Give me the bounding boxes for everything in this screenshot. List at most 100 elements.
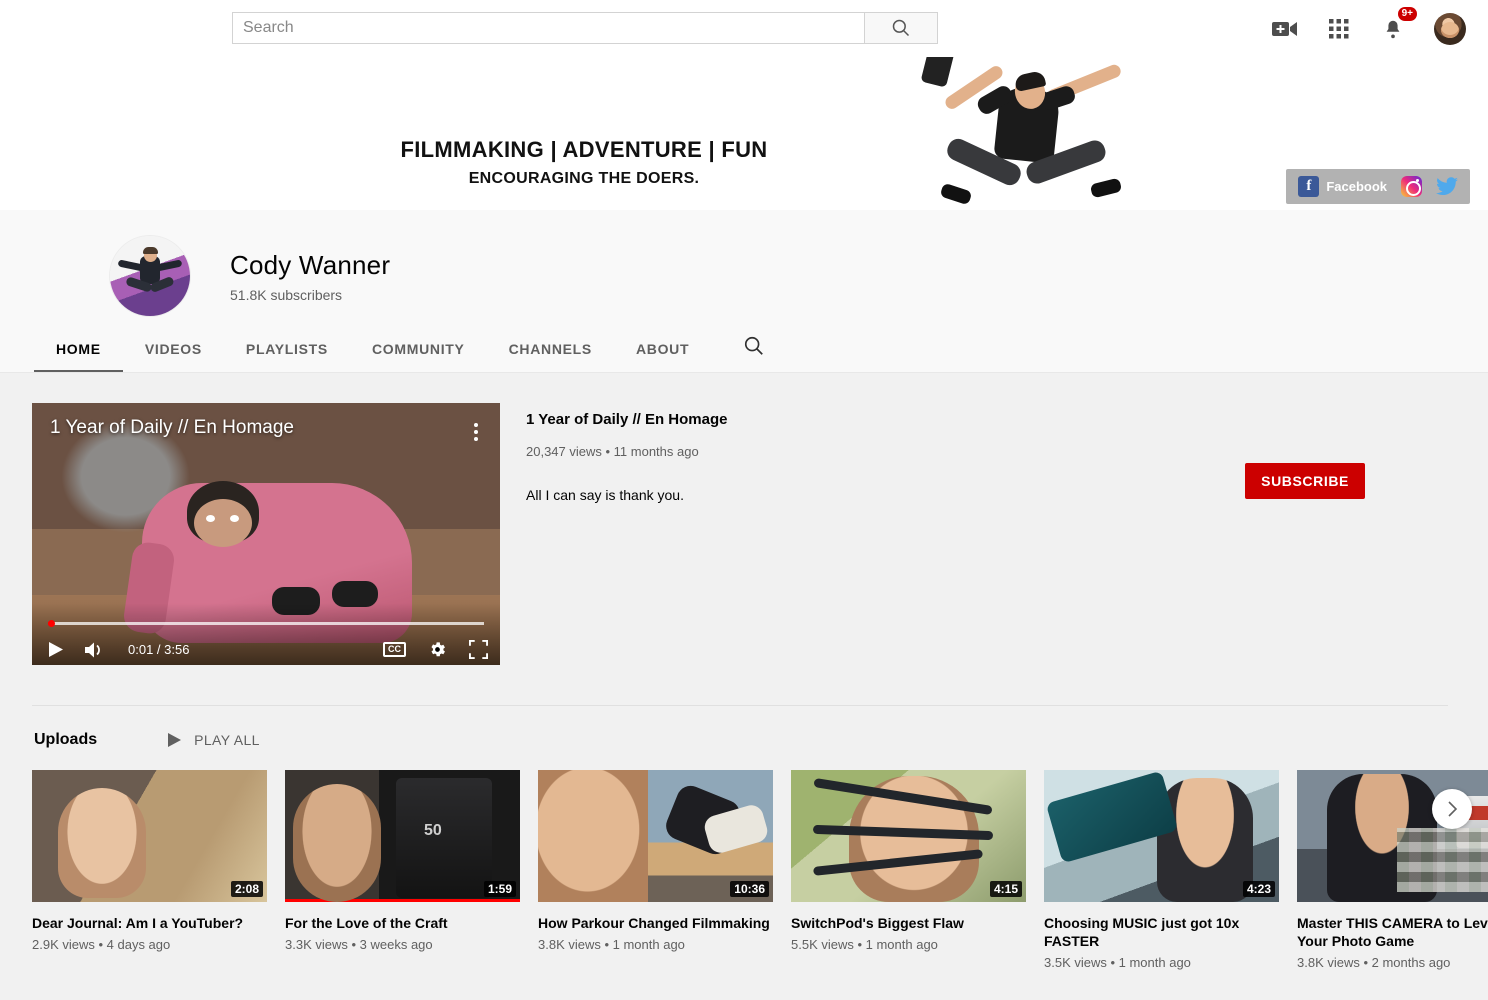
tab-playlists[interactable]: PLAYLISTS [224,341,350,372]
banner-camera-shape [920,57,956,88]
uploads-shelf-header: Uploads PLAY ALL [0,706,1488,749]
top-bar: 9+ [0,0,1488,57]
apps-grid-icon[interactable] [1326,16,1352,42]
thumbnail-tripod-leg-3 [812,849,984,876]
notification-badge: 9+ [1397,6,1417,21]
notifications-bell-icon[interactable]: 9+ [1380,6,1417,42]
thumbnail-person-shape [1157,778,1253,902]
video-title[interactable]: Dear Journal: Am I a YouTuber? [32,914,267,932]
tab-channels[interactable]: CHANNELS [487,341,614,372]
fullscreen-button[interactable] [469,640,488,659]
channel-banner: FILMMAKING | ADVENTURE | FUN ENCOURAGING… [0,57,1488,210]
play-button[interactable] [48,641,64,658]
video-thumbnail[interactable]: 1:59 [285,770,520,902]
video-duration: 4:15 [989,881,1022,897]
player-more-options-icon[interactable] [474,420,478,444]
create-video-icon[interactable] [1272,16,1298,42]
video-card[interactable]: 2:08 Dear Journal: Am I a YouTuber? 2.9K… [32,770,267,970]
video-meta: 5.5K views • 1 month ago [791,937,938,952]
player-progress-bar[interactable] [48,620,484,627]
featured-video-title[interactable]: 1 Year of Daily // En Homage [526,411,727,428]
player-person-face [194,499,252,547]
channel-name: Cody Wanner [230,249,391,280]
video-title[interactable]: For the Love of the Craft [285,914,520,932]
featured-video-description: All I can say is thank you. [526,487,684,503]
player-controls-right: CC [383,640,488,659]
video-meta: 2.9K views • 4 days ago [32,937,171,952]
featured-video-section: 1 Year of Daily // En Homage 0:01 / 3:56… [0,373,1488,665]
shelf-next-button[interactable] [1432,789,1472,829]
video-meta: 3.8K views • 2 months ago [1297,955,1451,970]
video-duration: 1:59 [483,881,516,897]
facebook-icon: f [1298,176,1320,197]
video-card[interactable]: 4:15 SwitchPod's Biggest Flaw 5.5K views… [791,770,1026,970]
play-icon [168,733,182,747]
video-thumbnail[interactable]: 4:15 [791,770,1026,902]
video-title[interactable]: How Parkour Changed Filmmaking [538,914,773,932]
player-controls: 0:01 / 3:56 CC [48,640,488,659]
player-time-display: 0:01 / 3:56 [128,642,190,657]
player-person-eye-right [230,515,239,522]
uploads-shelf: 2:08 Dear Journal: Am I a YouTuber? 2.9K… [0,749,1488,970]
channel-avatar[interactable] [110,236,190,316]
search-icon [892,19,910,37]
instagram-icon[interactable] [1401,176,1422,197]
subscribe-button[interactable]: SUBSCRIBE [1245,463,1365,499]
player-progress-handle[interactable] [48,620,55,627]
search-button[interactable] [864,12,938,44]
thumbnail-pixelated-region [1397,828,1488,892]
video-card[interactable]: 1:59 For the Love of the Craft 3.3K view… [285,770,520,970]
video-thumbnail[interactable]: 2:08 [32,770,267,902]
thumbnail-tripod-leg-1 [813,777,993,816]
watch-progress-bar [285,899,520,902]
tab-about[interactable]: ABOUT [614,341,711,372]
play-all-label: PLAY ALL [194,732,260,748]
player-person-eye-left [206,515,215,522]
video-meta: 3.5K views • 1 month ago [1044,955,1191,970]
closed-captions-button[interactable]: CC [383,642,406,657]
top-bar-icons: 9+ [1272,0,1466,57]
video-title[interactable]: Choosing MUSIC just got 10x FASTER [1044,914,1279,950]
channel-tabs: HOME VIDEOS PLAYLISTS COMMUNITY CHANNELS… [0,314,1488,372]
facebook-link[interactable]: f Facebook [1298,176,1387,197]
settings-gear-icon[interactable] [428,640,447,659]
banner-shoe-right [1089,177,1123,199]
banner-shoe-left [939,182,973,206]
channel-search-button[interactable] [711,335,787,372]
video-meta: 3.8K views • 1 month ago [538,937,685,952]
social-links: f Facebook [1286,169,1470,204]
thumbnail-lens-shape [396,778,492,898]
search-icon [745,336,764,355]
channel-meta: Cody Wanner 51.8K subscribers [230,250,390,303]
video-duration: 4:23 [1242,881,1275,897]
video-card[interactable]: 4:23 Choosing MUSIC just got 10x FASTER … [1044,770,1279,970]
video-title[interactable]: Master THIS CAMERA to Level-Up Your Phot… [1297,914,1488,950]
subscriber-count: 51.8K subscribers [230,286,343,303]
tab-community[interactable]: COMMUNITY [350,341,487,372]
video-thumbnail[interactable]: 4:23 [1044,770,1279,902]
banner-tagline: FILMMAKING | ADVENTURE | FUN ENCOURAGING… [0,137,1488,188]
volume-button[interactable] [84,641,106,659]
video-duration: 10:36 [730,881,769,897]
featured-video-info: 1 Year of Daily // En Homage 20,347 view… [500,403,727,665]
search-input[interactable] [232,12,864,44]
video-thumbnail[interactable]: 10:36 [538,770,773,902]
tab-home[interactable]: HOME [34,341,123,372]
avatar-hair [143,247,158,254]
video-meta: 3.3K views • 3 weeks ago [285,937,433,952]
tab-videos[interactable]: VIDEOS [123,341,224,372]
video-title[interactable]: SwitchPod's Biggest Flaw [791,914,1026,932]
banner-person-illustration [905,57,1145,210]
shelf-title: Uploads [34,731,98,748]
play-all-button[interactable]: PLAY ALL [167,732,260,748]
featured-video-player[interactable]: 1 Year of Daily // En Homage 0:01 / 3:56… [32,403,500,665]
search-bar [232,12,938,44]
twitter-icon[interactable] [1436,177,1458,196]
account-avatar[interactable] [1434,12,1466,45]
video-card[interactable]: 10:36 How Parkour Changed Filmmaking 3.8… [538,770,773,970]
channel-header: Cody Wanner 51.8K subscribers SUBSCRIBE … [0,210,1488,499]
thumbnail-tripod-leg-2 [812,824,994,841]
featured-video-meta: 20,347 views • 11 months ago [526,444,699,459]
chevron-right-icon [1448,801,1458,817]
player-overlay-title[interactable]: 1 Year of Daily // En Homage [50,417,450,439]
